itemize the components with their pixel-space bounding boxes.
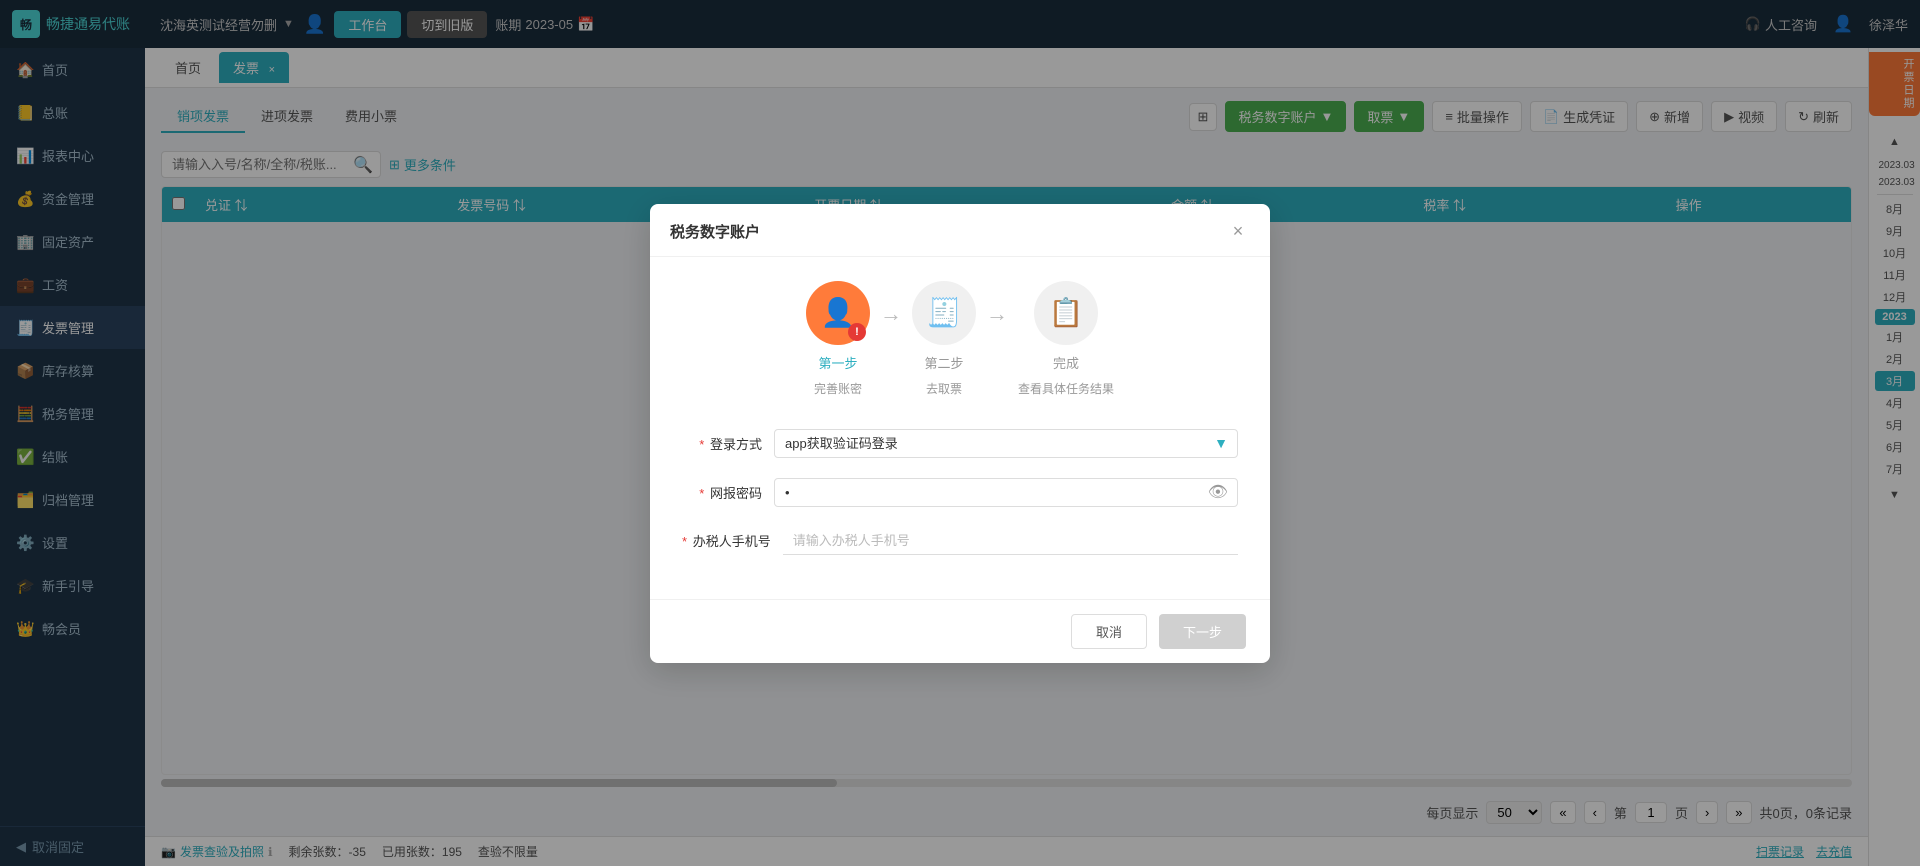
step-1-icon: 👤 bbox=[821, 296, 856, 329]
step-1-label: 第一步 bbox=[818, 353, 857, 372]
login-method-required: * bbox=[699, 437, 704, 452]
phone-label: * 办税人手机号 bbox=[682, 531, 771, 550]
phone-input[interactable] bbox=[783, 527, 1238, 555]
login-method-select[interactable]: app获取验证码登录 账号密码登录 bbox=[774, 429, 1238, 458]
cancel-button[interactable]: 取消 bbox=[1071, 614, 1147, 649]
password-required: * bbox=[699, 486, 704, 501]
phone-row: * 办税人手机号 bbox=[682, 527, 1238, 555]
step-2: 🧾 第二步 去取票 bbox=[912, 281, 976, 397]
tax-account-modal: 税务数字账户 × 👤 ! 第一步 完善账密 → bbox=[650, 204, 1270, 663]
password-input-wrap: 👁 bbox=[774, 478, 1238, 507]
modal-header: 税务数字账户 × bbox=[650, 204, 1270, 257]
step-1: 👤 ! 第一步 完善账密 bbox=[806, 281, 870, 397]
eye-icon[interactable]: 👁 bbox=[1208, 482, 1228, 502]
step-2-label: 第二步 bbox=[924, 353, 963, 372]
modal-overlay: 税务数字账户 × 👤 ! 第一步 完善账密 → bbox=[0, 0, 1920, 866]
modal-footer: 取消 下一步 bbox=[650, 599, 1270, 663]
modal-body: 👤 ! 第一步 完善账密 → 🧾 第二步 去取票 → bbox=[650, 257, 1270, 599]
step-3-label: 完成 bbox=[1053, 353, 1079, 372]
next-step-button[interactable]: 下一步 bbox=[1159, 614, 1246, 649]
step-arrow-2: → bbox=[976, 301, 1018, 327]
login-method-label: * 登录方式 bbox=[682, 434, 762, 453]
step-arrow-1: → bbox=[870, 301, 912, 327]
step-1-sublabel: 完善账密 bbox=[814, 380, 862, 397]
phone-required: * bbox=[682, 534, 687, 549]
step-3-icon-wrap: 📋 bbox=[1034, 281, 1098, 345]
step-3: 📋 完成 查看具体任务结果 bbox=[1018, 281, 1114, 397]
steps-row: 👤 ! 第一步 完善账密 → 🧾 第二步 去取票 → bbox=[682, 281, 1238, 397]
step-2-icon: 🧾 bbox=[927, 296, 962, 329]
login-method-select-wrap: app获取验证码登录 账号密码登录 ▼ bbox=[774, 429, 1238, 458]
step-2-sublabel: 去取票 bbox=[926, 380, 962, 397]
step-2-icon-wrap: 🧾 bbox=[912, 281, 976, 345]
modal-close-btn[interactable]: × bbox=[1226, 220, 1250, 244]
step-1-badge: ! bbox=[848, 323, 866, 341]
step-1-icon-wrap: 👤 ! bbox=[806, 281, 870, 345]
login-method-row: * 登录方式 app获取验证码登录 账号密码登录 ▼ bbox=[682, 429, 1238, 458]
step-3-icon: 📋 bbox=[1049, 296, 1084, 329]
password-row: * 网报密码 👁 bbox=[682, 478, 1238, 507]
password-label: * 网报密码 bbox=[682, 483, 762, 502]
modal-title: 税务数字账户 bbox=[670, 221, 760, 242]
step-3-sublabel: 查看具体任务结果 bbox=[1018, 380, 1114, 397]
phone-input-wrap bbox=[783, 527, 1238, 555]
password-input[interactable] bbox=[774, 478, 1238, 507]
